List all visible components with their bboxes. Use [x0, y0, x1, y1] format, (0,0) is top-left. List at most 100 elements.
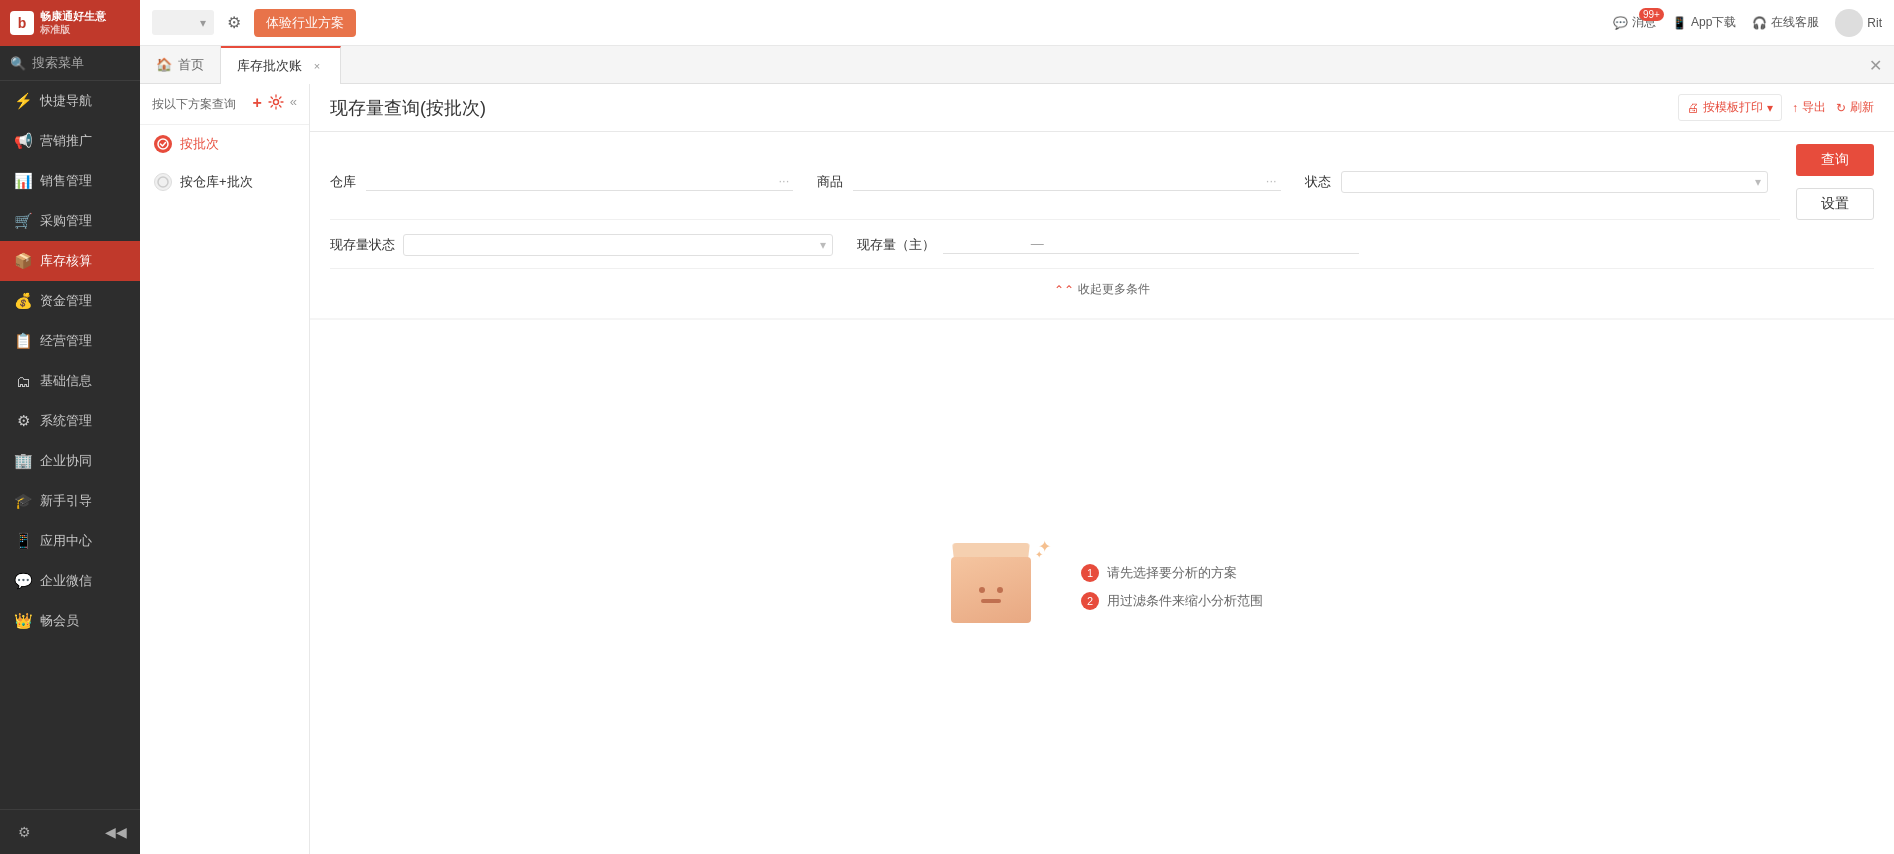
sidebar-item-guide[interactable]: 🎓 新手引导: [0, 481, 140, 521]
app-download-label: App下载: [1691, 14, 1736, 31]
tip1-text: 请先选择要分析的方案: [1107, 564, 1237, 582]
tip2-text: 用过滤条件来缩小分析范围: [1107, 592, 1263, 610]
status-select[interactable]: ▾: [1341, 171, 1768, 193]
product-more-icon[interactable]: ···: [1262, 173, 1281, 188]
breadcrumb[interactable]: ▾: [152, 10, 214, 35]
app-title: 畅康通好生意: [40, 9, 106, 23]
settings-btn[interactable]: 设置: [1796, 188, 1874, 220]
left-panel-header: 按以下方案查询 + «: [140, 84, 309, 125]
content-area: 按以下方案查询 + « 按批次: [140, 84, 1894, 854]
left-panel-actions: + «: [252, 94, 297, 114]
sidebar-item-wechat[interactable]: 💬 企业微信: [0, 561, 140, 601]
basic-label: 基础信息: [40, 372, 92, 390]
tab-home[interactable]: 🏠 首页: [140, 46, 221, 84]
sidebar-item-member[interactable]: 👑 畅会员: [0, 601, 140, 641]
sidebar-item-enterprise[interactable]: 🏢 企业协同: [0, 441, 140, 481]
sidebar-item-inventory[interactable]: 📦 库存核算: [0, 241, 140, 281]
quick-nav-icon: ⚡: [14, 92, 32, 110]
topbar-settings-btn[interactable]: ⚙: [220, 9, 248, 37]
user-area[interactable]: Rit: [1835, 9, 1882, 37]
sidebar-item-basic[interactable]: 🗂 基础信息: [0, 361, 140, 401]
purchase-icon: 🛒: [14, 212, 32, 230]
sidebar-item-purchase[interactable]: 🛒 采购管理: [0, 201, 140, 241]
status-label: 状态: [1305, 173, 1333, 191]
sidebar-item-apps[interactable]: 📱 应用中心: [0, 521, 140, 561]
export-btn[interactable]: ↑ 导出: [1792, 99, 1826, 116]
enterprise-icon: 🏢: [14, 452, 32, 470]
topbar-left: ▾ ⚙ 体验行业方案: [152, 9, 1605, 37]
settings-plan-btn[interactable]: [268, 94, 284, 114]
qty-min-input[interactable]: [943, 236, 1023, 251]
user-avatar: [1835, 9, 1863, 37]
tab-inventory-batch-label: 库存批次账: [237, 57, 302, 75]
sidebar-footer: ⚙ ◀◀: [0, 809, 140, 854]
topbar-right: 💬 消息 99+ 📱 App下载 🎧 在线客服 Rit: [1613, 9, 1882, 37]
empty-tip-1: 1 请先选择要分析的方案: [1081, 564, 1263, 582]
apps-icon: 📱: [14, 532, 32, 550]
warehouse-input[interactable]: [366, 173, 774, 188]
sidebar-item-operation[interactable]: 📋 经营管理: [0, 321, 140, 361]
enterprise-label: 企业协同: [40, 452, 92, 470]
plan-item-batch[interactable]: 按批次: [140, 125, 309, 163]
sales-icon: 📊: [14, 172, 32, 190]
quick-nav-label: 快捷导航: [40, 92, 92, 110]
product-label: 商品: [817, 173, 845, 191]
inventory-label: 库存核算: [40, 252, 92, 270]
sidebar-item-quick-nav[interactable]: ⚡ 快捷导航: [0, 81, 140, 121]
search-menu[interactable]: 🔍 搜索菜单: [0, 46, 140, 81]
sidebar-collapse-btn[interactable]: ◀◀: [102, 818, 130, 846]
query-btn[interactable]: 查询: [1796, 144, 1874, 176]
inventory-status-label: 现存量状态: [330, 236, 395, 254]
sidebar-settings-btn[interactable]: ⚙: [10, 818, 38, 846]
add-plan-btn[interactable]: +: [252, 94, 261, 114]
messages-btn[interactable]: 💬 消息 99+: [1613, 14, 1656, 31]
plan-icon-active: [154, 135, 172, 153]
print-icon: 🖨: [1687, 101, 1699, 115]
sidebar-item-sales[interactable]: 📊 销售管理: [0, 161, 140, 201]
collapse-conditions-btn[interactable]: ⌃⌃ 收起更多条件: [1054, 275, 1150, 304]
collapse-up-icon: ⌃⌃: [1054, 283, 1074, 297]
svg-point-0: [273, 100, 278, 105]
member-icon: 👑: [14, 612, 32, 630]
industry-btn[interactable]: 体验行业方案: [254, 9, 356, 37]
operation-label: 经营管理: [40, 332, 92, 350]
home-icon: 🏠: [156, 57, 172, 72]
search-menu-label: 搜索菜单: [32, 54, 84, 72]
tab-inventory-batch[interactable]: 库存批次账 ×: [221, 46, 341, 84]
status-dropdown-icon: ▾: [1755, 175, 1761, 189]
topbar: ▾ ⚙ 体验行业方案 💬 消息 99+ 📱 App下载 🎧 在线客服: [140, 0, 1894, 46]
finance-label: 资金管理: [40, 292, 92, 310]
app-download-btn[interactable]: 📱 App下载: [1672, 14, 1736, 31]
app-download-icon: 📱: [1672, 16, 1687, 30]
plan-icon-inactive: [154, 173, 172, 191]
empty-tips: 1 请先选择要分析的方案 2 用过滤条件来缩小分析范围: [1081, 564, 1263, 610]
wechat-label: 企业微信: [40, 572, 92, 590]
sidebar-item-finance[interactable]: 💰 资金管理: [0, 281, 140, 321]
plan-batch-label: 按批次: [180, 135, 219, 153]
app-logo: b: [10, 11, 34, 35]
messages-badge: 99+: [1639, 8, 1664, 21]
warehouse-more-icon[interactable]: ···: [774, 173, 793, 188]
collapse-panel-btn[interactable]: «: [290, 94, 297, 114]
system-icon: ⚙: [14, 412, 32, 430]
guide-icon: 🎓: [14, 492, 32, 510]
online-service-label: 在线客服: [1771, 14, 1819, 31]
page-header-actions: 🖨 按模板打印 ▾ ↑ 导出 ↻ 刷新: [1678, 94, 1874, 121]
plan-item-warehouse-batch[interactable]: 按仓库+批次: [140, 163, 309, 201]
sidebar-item-marketing[interactable]: 📢 营销推广: [0, 121, 140, 161]
right-content: 现存量查询(按批次) 🖨 按模板打印 ▾ ↑ 导出 ↻ 刷新: [310, 84, 1894, 854]
inventory-status-select[interactable]: ▾: [403, 234, 833, 256]
sidebar-item-system[interactable]: ⚙ 系统管理: [0, 401, 140, 441]
online-service-btn[interactable]: 🎧 在线客服: [1752, 14, 1819, 31]
refresh-btn[interactable]: ↻ 刷新: [1836, 99, 1874, 116]
product-input[interactable]: [853, 173, 1261, 188]
qty-max-input[interactable]: [1052, 236, 1132, 251]
app-title-area: 畅康通好生意 标准版: [40, 9, 106, 37]
basic-icon: 🗂: [14, 372, 32, 390]
template-print-btn[interactable]: 🖨 按模板打印 ▾: [1678, 94, 1782, 121]
tab-close-btn[interactable]: ×: [310, 59, 324, 73]
sales-label: 销售管理: [40, 172, 92, 190]
tab-bar-close-btn[interactable]: ✕: [1869, 55, 1882, 74]
inventory-status-dropdown: ▾: [820, 238, 826, 252]
finance-icon: 💰: [14, 292, 32, 310]
